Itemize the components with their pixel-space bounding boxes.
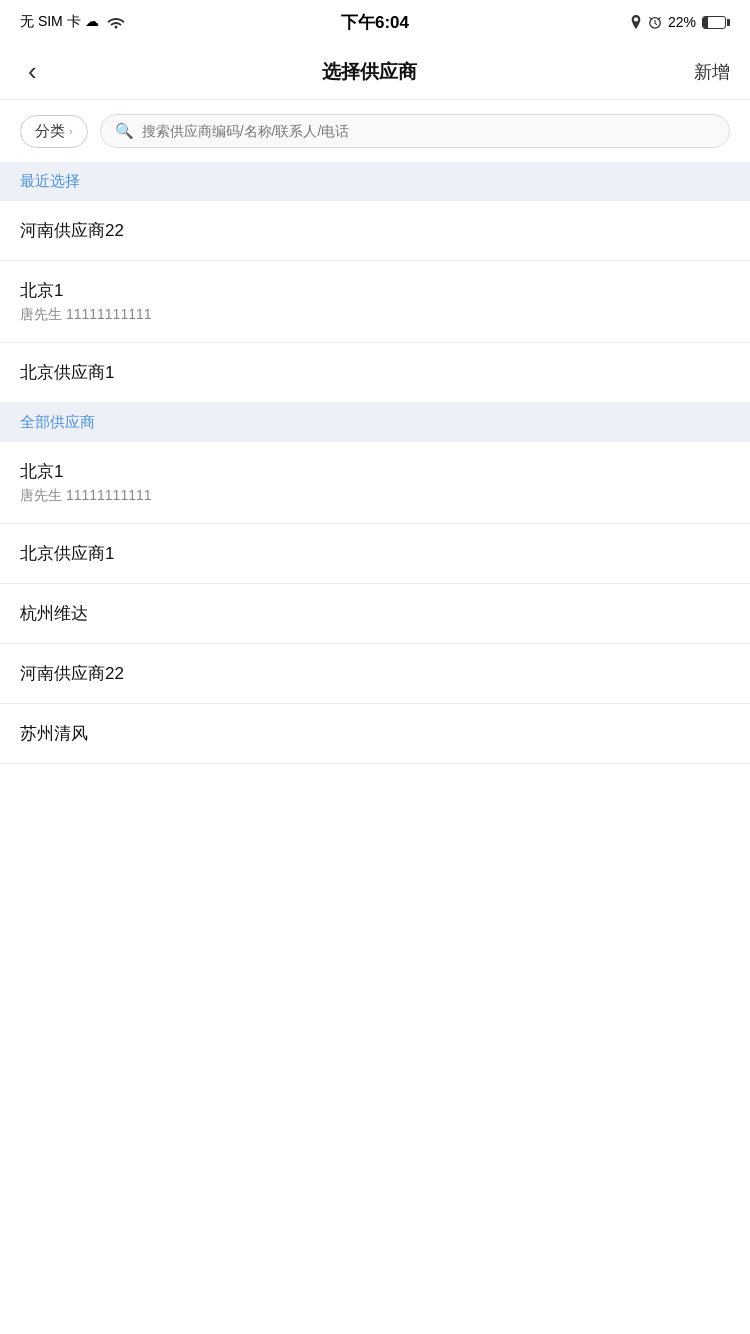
list-item[interactable]: 北京供应商1 — [0, 343, 750, 403]
back-button[interactable]: ‹ — [20, 48, 45, 95]
list-item[interactable]: 北京供应商1 — [0, 524, 750, 584]
category-filter-button[interactable]: 分类 › — [20, 115, 88, 148]
category-label: 分类 — [35, 122, 65, 141]
wifi-icon — [107, 15, 125, 29]
nav-bar: ‹ 选择供应商 新增 — [0, 44, 750, 100]
supplier-contact: 唐先生 11111111111 — [20, 306, 730, 324]
list-item[interactable]: 河南供应商22 — [0, 644, 750, 704]
page-title: 选择供应商 — [322, 59, 417, 85]
alarm-icon — [648, 15, 662, 29]
search-icon: 🔍 — [115, 122, 134, 140]
supplier-list: 最近选择河南供应商22 北京1 唐先生 11111111111 北京供应商1 全部供应商… — [0, 162, 750, 764]
supplier-name: 苏州清风 — [20, 722, 730, 745]
status-bar: 无 SIM 卡 ☁ 下午6:04 22% — [0, 0, 750, 44]
status-left: 无 SIM 卡 ☁ — [20, 13, 125, 31]
supplier-name: 北京供应商1 — [20, 361, 730, 384]
status-time: 下午6:04 — [341, 11, 409, 34]
search-input[interactable] — [142, 123, 715, 139]
list-item[interactable]: 苏州清风 — [0, 704, 750, 764]
status-right: 22% — [630, 14, 730, 30]
list-item[interactable]: 河南供应商22 — [0, 201, 750, 261]
supplier-name: 杭州维达 — [20, 602, 730, 625]
search-box[interactable]: 🔍 — [100, 114, 730, 148]
supplier-contact: 唐先生 11111111111 — [20, 487, 730, 505]
list-item[interactable]: 杭州维达 — [0, 584, 750, 644]
location-icon — [630, 15, 642, 29]
supplier-name: 北京1 — [20, 279, 730, 302]
list-item[interactable]: 北京1 唐先生 11111111111 — [0, 261, 750, 343]
supplier-name: 河南供应商22 — [20, 219, 730, 242]
section-header-0: 最近选择 — [0, 162, 750, 201]
supplier-name: 北京1 — [20, 460, 730, 483]
supplier-name: 北京供应商1 — [20, 542, 730, 565]
section-header-1: 全部供应商 — [0, 403, 750, 442]
list-item[interactable]: 北京1 唐先生 11111111111 — [0, 442, 750, 524]
filter-bar: 分类 › 🔍 — [0, 100, 750, 162]
chevron-right-icon: › — [69, 125, 73, 137]
battery-percent: 22% — [668, 14, 696, 30]
sim-text: 无 SIM 卡 ☁ — [20, 13, 99, 31]
supplier-name: 河南供应商22 — [20, 662, 730, 685]
add-button[interactable]: 新增 — [694, 60, 730, 84]
battery-icon — [702, 16, 730, 29]
